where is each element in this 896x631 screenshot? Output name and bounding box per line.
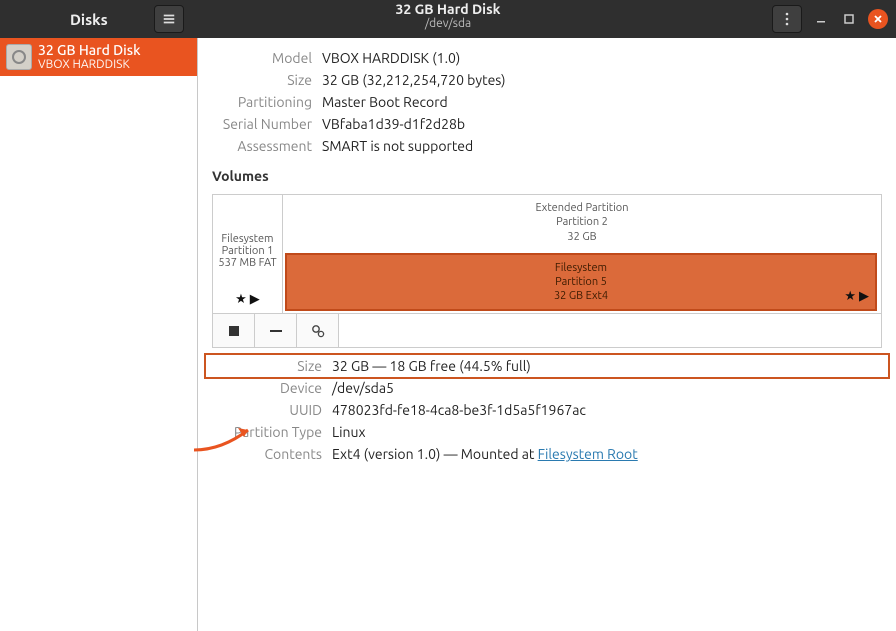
partition-1-line2: Partition 1 (213, 245, 282, 257)
value-sel-ptype: Linux (332, 424, 882, 440)
sidebar-item-subtitle: VBOX HARDDISK (38, 58, 140, 71)
label-assessment: Assessment (212, 138, 312, 154)
partition-1-line3: 537 MB FAT (213, 257, 282, 269)
disk-info: Model VBOX HARDDISK (1.0) Size 32 GB (32… (212, 50, 882, 154)
titlebar-center: 32 GB Hard Disk /dev/sda (395, 2, 500, 31)
close-button[interactable] (868, 9, 888, 29)
sidebar-item-disk[interactable]: 32 GB Hard Disk VBOX HARDDISK (0, 38, 197, 76)
unmount-button[interactable] (213, 314, 255, 347)
extended-line2: Partition 2 (283, 215, 881, 229)
value-sel-uuid: 478023fd-fe18-4ca8-be3f-1d5a5f1967ac (332, 402, 882, 418)
window-title: 32 GB Hard Disk (395, 2, 500, 17)
extended-partition[interactable]: Extended Partition Partition 2 32 GB Fil… (283, 195, 881, 313)
value-sel-size: 32 GB — 18 GB free (44.5% full) (332, 358, 882, 374)
titlebar: Disks 32 GB Hard Disk /dev/sda (0, 0, 896, 38)
value-size: 32 GB (32,212,254,720 bytes) (322, 72, 882, 88)
label-sel-size: Size (212, 358, 322, 374)
filesystem-root-link[interactable]: Filesystem Root (538, 446, 638, 462)
selected-partition-info: Size 32 GB — 18 GB free (44.5% full) Dev… (212, 358, 882, 462)
stop-icon (229, 326, 239, 336)
label-sel-device: Device (212, 380, 322, 396)
label-size: Size (212, 72, 312, 88)
titlebar-right (772, 5, 896, 33)
partition-5-line3: 32 GB Ext4 (554, 289, 608, 303)
partition-5-indicators: ★ ▶ (844, 288, 869, 305)
app-name: Disks (70, 11, 108, 28)
partition-5-line2: Partition 5 (555, 275, 607, 289)
partition-options-button[interactable] (297, 314, 339, 347)
hamburger-icon (162, 12, 176, 26)
volumes-toolbar (213, 313, 881, 347)
volumes-diagram: Filesystem Partition 1 537 MB FAT ★ ▶ Ex… (213, 195, 881, 313)
volumes-heading: Volumes (212, 168, 882, 184)
partition-1-line1: Filesystem (213, 233, 282, 245)
extended-line3: 32 GB (283, 230, 881, 244)
drive-menu-button[interactable] (772, 5, 802, 33)
sidebar-item-title: 32 GB Hard Disk (38, 43, 140, 58)
harddisk-icon (6, 44, 32, 70)
label-sel-ptype: Partition Type (212, 424, 322, 440)
size-highlight: Size 32 GB — 18 GB free (44.5% full) (204, 353, 890, 379)
main-panel: Model VBOX HARDDISK (1.0) Size 32 GB (32… (198, 38, 896, 631)
value-assessment: SMART is not supported (322, 138, 882, 154)
value-model: VBOX HARDDISK (1.0) (322, 50, 882, 66)
close-icon (873, 14, 883, 24)
body: 32 GB Hard Disk VBOX HARDDISK Model VBOX… (0, 38, 896, 631)
sidebar: 32 GB Hard Disk VBOX HARDDISK (0, 38, 198, 631)
partition-1-indicators: ★ ▶ (213, 292, 282, 307)
minus-icon (270, 330, 282, 332)
extended-line1: Extended Partition (283, 201, 881, 215)
maximize-icon (843, 13, 855, 25)
volumes-container: Filesystem Partition 1 537 MB FAT ★ ▶ Ex… (212, 194, 882, 348)
window-subtitle: /dev/sda (395, 17, 500, 30)
value-sel-contents: Ext4 (version 1.0) — Mounted at Filesyst… (332, 446, 882, 462)
partition-1[interactable]: Filesystem Partition 1 537 MB FAT ★ ▶ (213, 195, 283, 313)
label-partitioning: Partitioning (212, 94, 312, 110)
kebab-icon (785, 12, 789, 26)
value-partitioning: Master Boot Record (322, 94, 882, 110)
value-serial: VBfaba1d39-d1f2d28b (322, 116, 882, 132)
partition-5-line1: Filesystem (555, 261, 607, 275)
titlebar-left: Disks (0, 5, 184, 33)
label-model: Model (212, 50, 312, 66)
label-sel-uuid: UUID (212, 402, 322, 418)
minimize-button[interactable] (812, 10, 830, 28)
contents-text: Ext4 (version 1.0) — Mounted at (332, 446, 538, 462)
gears-icon (310, 323, 326, 339)
maximize-button[interactable] (840, 10, 858, 28)
label-serial: Serial Number (212, 116, 312, 132)
label-sel-contents: Contents (212, 446, 322, 462)
hamburger-menu-button[interactable] (154, 5, 184, 33)
delete-partition-button[interactable] (255, 314, 297, 347)
minimize-icon (815, 13, 827, 25)
value-sel-device: /dev/sda5 (332, 380, 882, 396)
partition-5[interactable]: Filesystem Partition 5 32 GB Ext4 ★ ▶ (285, 253, 877, 311)
